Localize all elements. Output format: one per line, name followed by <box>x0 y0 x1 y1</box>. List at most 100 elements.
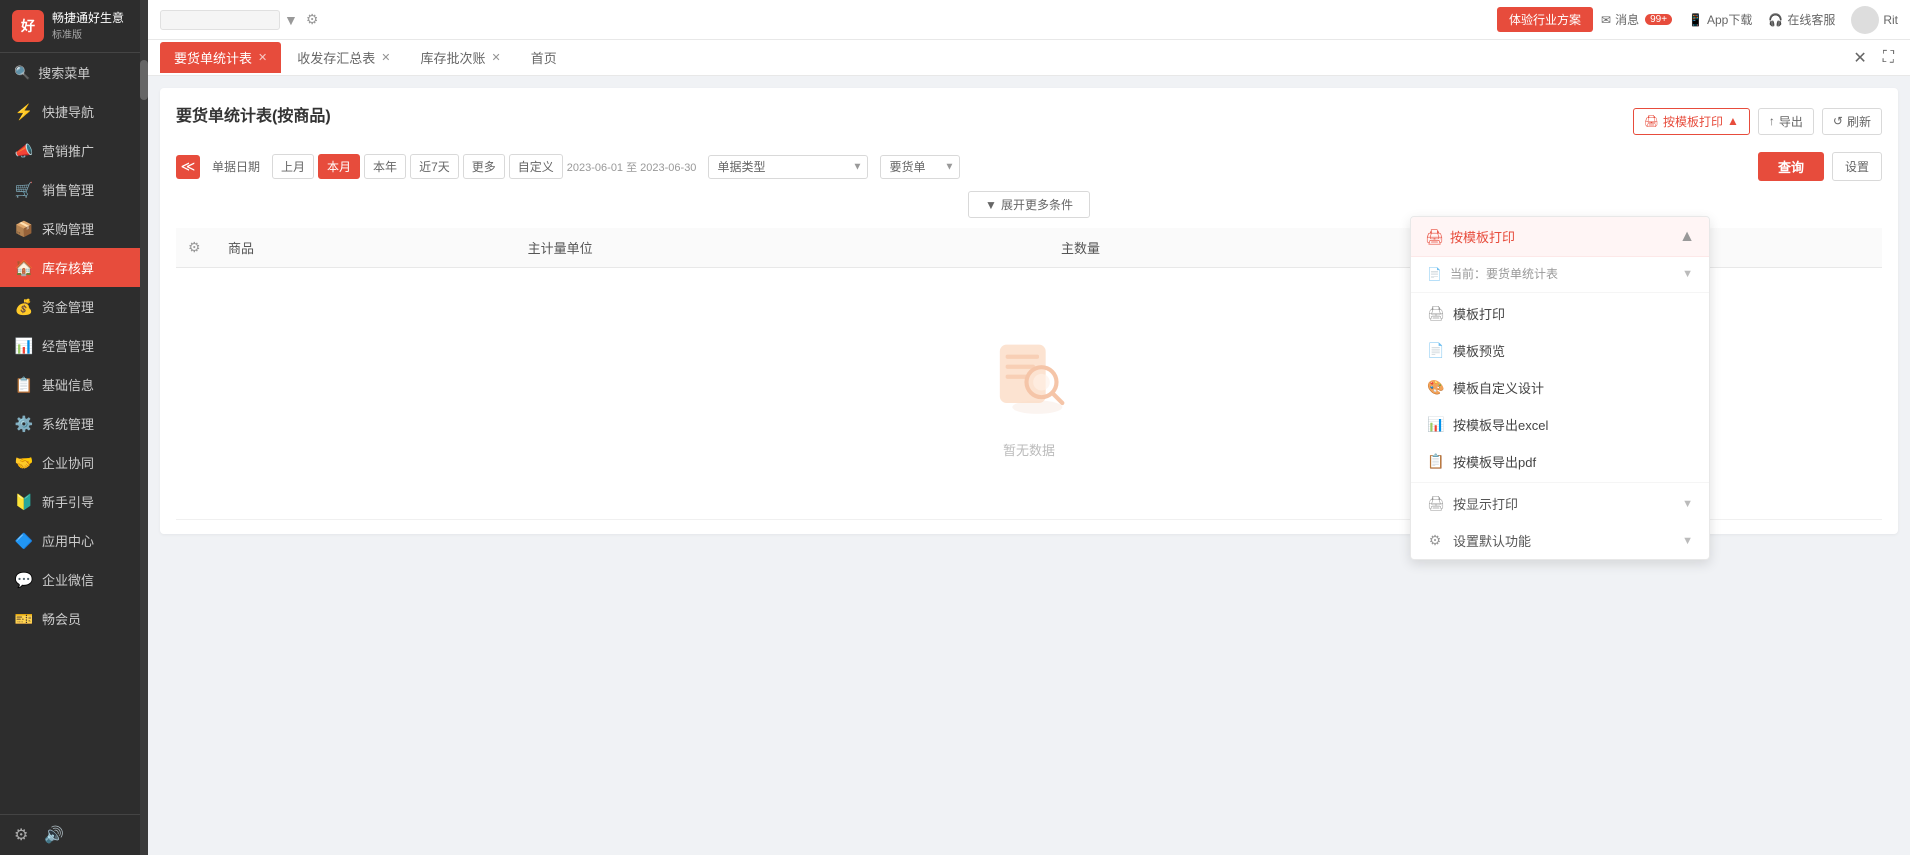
order-goods-select[interactable]: 要货单 <box>880 155 960 179</box>
topbar-search-input[interactable] <box>160 10 280 30</box>
sidebar-logo: 好 畅捷通好生意 标准版 <box>0 0 140 53</box>
sidebar-item-finance[interactable]: 💰 资金管理 <box>0 287 140 326</box>
message-label: 消息 <box>1615 11 1639 28</box>
th-unit: 主计量单位 <box>516 228 1049 268</box>
page-title: 要货单统计表(按商品) <box>176 102 331 126</box>
tabs-right: ✕ ⛶ <box>1849 46 1898 70</box>
main-content: ▼ ⚙ 体验行业方案 ✉ 消息 99+ 📱 App下载 🎧 在线客服 Rit <box>148 0 1910 855</box>
dropdown-item-default-settings[interactable]: ⚙ 设置默认功能 ▼ <box>1411 522 1709 559</box>
tab-close-order-stats[interactable]: ✕ <box>258 51 267 64</box>
date-filter-label: 单据日期 <box>212 158 260 175</box>
tab-label-order-stats: 要货单统计表 <box>174 48 252 67</box>
sound-bottom-icon[interactable]: 🔊 <box>44 825 64 845</box>
sidebar-item-wechat[interactable]: 💬 企业微信 <box>0 560 140 599</box>
nav-label-finance: 资金管理 <box>42 297 94 316</box>
sidebar-item-member[interactable]: 🎫 畅会员 <box>0 599 140 638</box>
sidebar-scroll-thumb[interactable] <box>140 60 148 100</box>
sidebar-item-guide[interactable]: 🔰 新手引导 <box>0 482 140 521</box>
topbar-app-download[interactable]: 📱 App下载 <box>1688 11 1752 28</box>
chevron-up-icon: ▲ <box>1727 114 1739 128</box>
tab-receivable-summary[interactable]: 收发存汇总表✕ <box>283 42 404 73</box>
current-template-label: 当前：要货单统计表 <box>1450 265 1558 282</box>
user-name: Rit <box>1883 13 1898 27</box>
table-settings-gear[interactable]: ⚙ <box>188 239 201 255</box>
tab-inventory-batch[interactable]: 库存批次账 ✕ <box>406 42 514 73</box>
sidebar-item-sales[interactable]: 🛒 销售管理 <box>0 170 140 209</box>
order-type-wrapper: 单据类型 <box>708 155 868 179</box>
date-range-text: 2023-06-01 至 2023-06-30 <box>567 159 697 175</box>
trial-button[interactable]: 体验行业方案 <box>1497 7 1593 32</box>
date-btn-last-month[interactable]: 上月 <box>272 154 314 179</box>
sidebar-item-system[interactable]: ⚙️ 系统管理 <box>0 404 140 443</box>
topbar-settings-icon[interactable]: ▼ <box>284 12 298 28</box>
topbar-online-service[interactable]: 🎧 在线客服 <box>1768 11 1835 28</box>
dropdown-current-template[interactable]: 📄 当前：要货单统计表 ▼ <box>1411 257 1709 290</box>
collapse-filter-button[interactable]: ≪ <box>176 155 200 179</box>
dropdown-item-template-design[interactable]: 🎨 模板自定义设计 <box>1411 369 1709 406</box>
current-template-arrow: ▼ <box>1682 268 1693 280</box>
settings-button[interactable]: 设置 <box>1832 152 1882 181</box>
order-type-select[interactable]: 单据类型 <box>708 155 868 179</box>
topbar-breadcrumb: ▼ ⚙ <box>160 10 1489 30</box>
dropdown-title: 🖨 按模板打印 <box>1425 227 1515 246</box>
empty-state-text: 暂无数据 <box>1003 440 1055 459</box>
tab-close-all[interactable]: ✕ <box>1849 46 1870 70</box>
sidebar-item-quick-nav[interactable]: ⚡ 快捷导航 <box>0 92 140 131</box>
topbar-user[interactable]: Rit <box>1851 6 1898 34</box>
sidebar-item-operation[interactable]: 📊 经营管理 <box>0 326 140 365</box>
dropdown-item-template-print[interactable]: 🖨 模板打印 <box>1411 295 1709 332</box>
dropdown-divider-1 <box>1411 292 1709 293</box>
tab-order-stats[interactable]: 要货单统计表 ✕ <box>160 42 281 73</box>
sidebar-item-inventory[interactable]: 🏠 库存核算 <box>0 248 140 287</box>
nav-label-guide: 新手引导 <box>42 492 94 511</box>
online-service-label: 在线客服 <box>1787 11 1835 28</box>
date-btn-more[interactable]: 更多 <box>463 154 505 179</box>
tab-close-inventory-batch[interactable]: ✕ <box>491 51 500 64</box>
print-template-button[interactable]: 🖨 按模板打印 ▲ <box>1633 108 1750 135</box>
sidebar: 好 畅捷通好生意 标准版 🔍 搜索菜单 ⚡ 快捷导航📣 营销推广🛒 销售管理📦 … <box>0 0 140 855</box>
app-name: 畅捷通好生意 <box>52 11 124 27</box>
nav-label-wechat: 企业微信 <box>42 570 94 589</box>
sidebar-item-purchase[interactable]: 📦 采购管理 <box>0 209 140 248</box>
sidebar-item-appstore[interactable]: 🔷 应用中心 <box>0 521 140 560</box>
tab-maximize[interactable]: ⛶ <box>1879 47 1898 69</box>
topbar-gear-icon[interactable]: ⚙ <box>306 11 319 28</box>
sidebar-item-enterprise[interactable]: 🤝 企业协同 <box>0 443 140 482</box>
nav-icon-enterprise: 🤝 <box>14 454 34 472</box>
default-settings-arrow: ▼ <box>1682 535 1693 547</box>
message-icon: ✉ <box>1601 13 1611 27</box>
refresh-label: 刷新 <box>1847 113 1871 130</box>
nav-label-enterprise: 企业协同 <box>42 453 94 472</box>
tab-label-inventory-batch: 库存批次账 <box>420 48 485 67</box>
date-btn-custom[interactable]: 自定义 <box>509 154 563 179</box>
user-avatar <box>1851 6 1879 34</box>
nav-label-operation: 经营管理 <box>42 336 94 355</box>
sidebar-item-marketing[interactable]: 📣 营销推广 <box>0 131 140 170</box>
sidebar-bottom: ⚙ 🔊 <box>0 814 140 855</box>
refresh-button[interactable]: ↺ 刷新 <box>1822 108 1882 135</box>
app-logo-icon: 好 <box>12 10 44 42</box>
dropdown-close-button[interactable]: ▲ <box>1679 229 1695 245</box>
export-button[interactable]: ↑ 导出 <box>1758 108 1814 135</box>
date-btn-this-year[interactable]: 本年 <box>364 154 406 179</box>
expand-more-button[interactable]: ▼ 展开更多条件 <box>968 191 1090 218</box>
date-btn-last-7-days[interactable]: 近7天 <box>410 154 459 179</box>
tab-label-home: 首页 <box>531 48 557 67</box>
topbar-message[interactable]: ✉ 消息 99+ <box>1601 11 1672 28</box>
query-button[interactable]: 查询 <box>1758 152 1824 181</box>
dropdown-item-export-excel[interactable]: 📊 按模板导出excel <box>1411 406 1709 443</box>
nav-icon-operation: 📊 <box>14 337 34 355</box>
dropdown-item-template-preview[interactable]: 📄 模板预览 <box>1411 332 1709 369</box>
dropdown-item-display-print[interactable]: 🖨 按显示打印 ▼ <box>1411 485 1709 522</box>
sidebar-search[interactable]: 🔍 搜索菜单 <box>0 53 140 92</box>
nav-label-basics: 基础信息 <box>42 375 94 394</box>
print-btn-wrapper: 🖨 按模板打印 ▲ <box>1633 108 1750 135</box>
date-btn-this-month[interactable]: 本月 <box>318 154 360 179</box>
template-design-icon: 🎨 <box>1427 379 1443 396</box>
sidebar-item-basics[interactable]: 📋 基础信息 <box>0 365 140 404</box>
tab-home[interactable]: 首页 <box>517 42 571 73</box>
app-icon: 📱 <box>1688 13 1703 27</box>
settings-bottom-icon[interactable]: ⚙ <box>14 825 28 845</box>
tab-close-receivable-summary[interactable]: ✕ <box>381 51 390 64</box>
dropdown-item-export-pdf[interactable]: 📋 按模板导出pdf <box>1411 443 1709 480</box>
